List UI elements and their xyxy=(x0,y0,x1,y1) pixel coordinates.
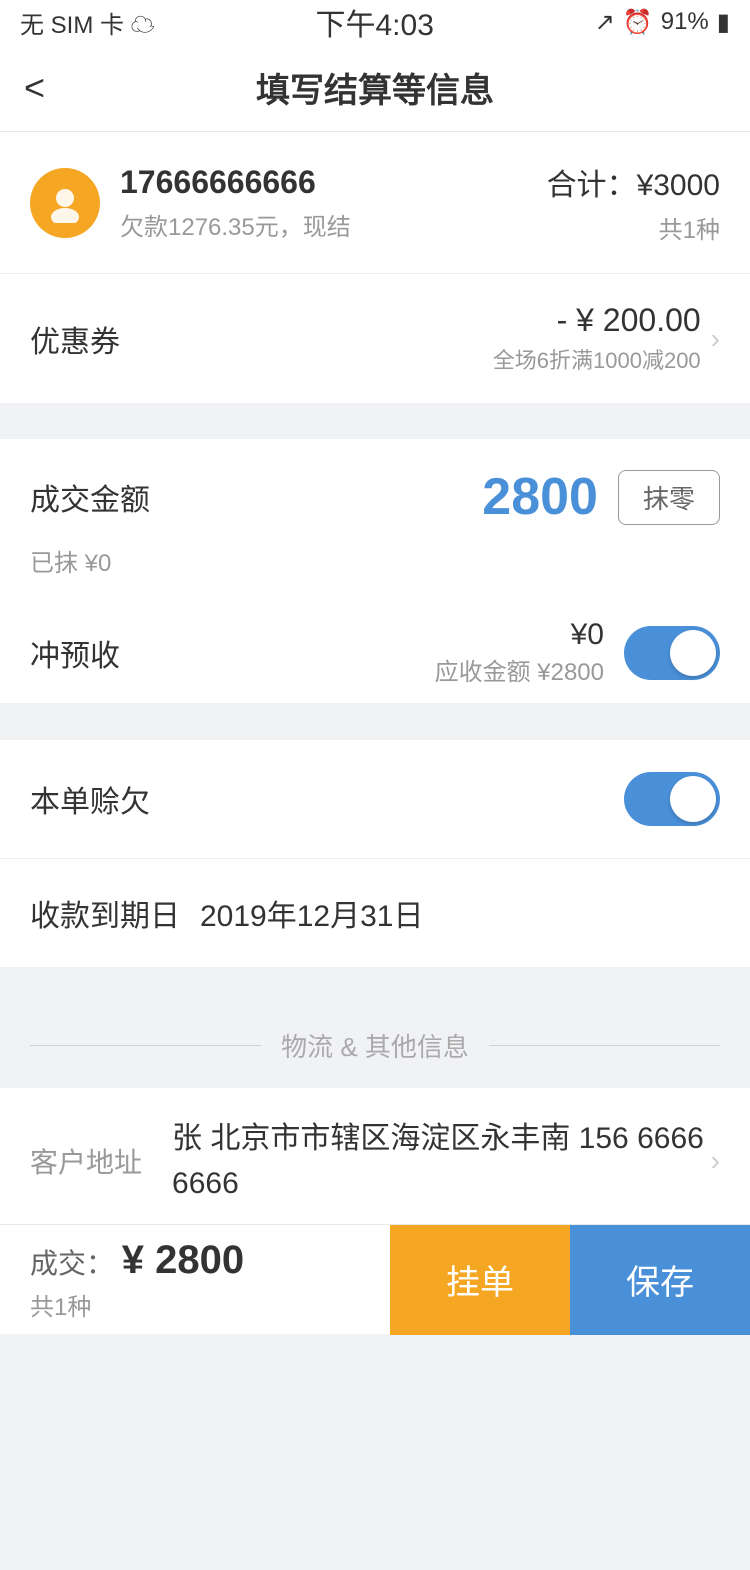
address-row[interactable]: 客户地址 张 北京市市辖区海淀区永丰南 156 6666 6666 › xyxy=(0,1088,750,1234)
battery-text: 91% xyxy=(661,8,709,36)
alarm-icon: ⏰ xyxy=(623,8,653,37)
logistics-divider-text: 物流 & 其他信息 xyxy=(261,1027,489,1064)
date-label: 收款到期日 xyxy=(30,891,180,935)
section-gap-1 xyxy=(0,419,750,439)
advance-amount: ¥0 应收金额 ¥2800 xyxy=(435,618,604,687)
section-gap-2 xyxy=(0,719,750,739)
deal-amount-value: 2800 xyxy=(482,467,598,527)
advance-toggle[interactable] xyxy=(624,626,720,680)
bottom-deal-row: 成交： ¥ 2800 xyxy=(30,1238,390,1283)
page-title: 填写结算等信息 xyxy=(256,63,494,112)
coupon-row[interactable]: 优惠券 - ¥ 200.00 全场6折满1000减200 › xyxy=(0,274,750,403)
divider-line-right xyxy=(489,1045,720,1046)
user-debt: 欠款1276.35元，现结 xyxy=(120,207,547,242)
user-info: 17666666666 欠款1276.35元，现结 xyxy=(120,164,547,242)
bottom-deal-label: 成交： xyxy=(30,1248,114,1279)
address-card[interactable]: 客户地址 张 北京市市辖区海淀区永丰南 156 6666 6666 › xyxy=(0,1088,750,1234)
coupon-chevron-icon: › xyxy=(711,323,720,355)
debt-label: 本单赊欠 xyxy=(30,777,150,821)
debt-row: 本单赊欠 xyxy=(0,739,750,858)
advance-row: 冲预收 ¥0 应收金额 ¥2800 xyxy=(0,598,750,703)
advance-sub-text: 应收金额 ¥2800 xyxy=(435,652,604,687)
back-button[interactable]: < xyxy=(24,67,45,109)
debt-toggle-knob xyxy=(670,776,716,822)
bottom-info: 成交： ¥ 2800 共1种 xyxy=(0,1238,390,1322)
location-icon: ↗ xyxy=(595,8,615,37)
total-count: 共1种 xyxy=(547,210,720,245)
debt-toggle[interactable] xyxy=(624,772,720,826)
section-gap-3 xyxy=(0,983,750,1003)
address-value: 张 北京市市辖区海淀区永丰南 156 6666 6666 xyxy=(172,1116,711,1206)
bottom-count: 共1种 xyxy=(30,1287,390,1322)
user-phone: 17666666666 xyxy=(120,164,547,201)
round-button[interactable]: 抹零 xyxy=(618,470,720,525)
deal-sub-text: 已抹 ¥0 xyxy=(0,543,750,598)
coupon-label: 优惠券 xyxy=(30,317,120,361)
user-total: 合计：¥3000 共1种 xyxy=(547,160,720,245)
save-button[interactable]: 保存 xyxy=(570,1225,750,1335)
coupon-discount: - ¥ 200.00 xyxy=(493,302,701,339)
deal-amount-card: 成交金额 2800 抹零 已抹 ¥0 冲预收 ¥0 应收金额 ¥2800 xyxy=(0,439,750,703)
avatar xyxy=(30,168,100,238)
total-label: 合计： xyxy=(547,169,637,202)
hold-button[interactable]: 挂单 xyxy=(390,1225,570,1335)
total-value: ¥3000 xyxy=(637,169,720,202)
status-left: 无 SIM 卡 ☁ xyxy=(20,5,155,40)
address-chevron-icon: › xyxy=(711,1145,720,1177)
date-row: 收款到期日 2019年12月31日 xyxy=(0,858,750,967)
address-label: 客户地址 xyxy=(30,1141,142,1181)
status-bar: 无 SIM 卡 ☁ 下午4:03 ↗ ⏰ 91% ▮ xyxy=(0,0,750,44)
advance-toggle-knob xyxy=(670,630,716,676)
sim-text: 无 SIM 卡 ☁ xyxy=(20,5,155,40)
date-value: 2019年12月31日 xyxy=(200,891,423,935)
user-row: 17666666666 欠款1276.35元，现结 合计：¥3000 共1种 xyxy=(0,132,750,274)
status-right: ↗ ⏰ 91% ▮ xyxy=(595,8,730,37)
bottom-amount: ¥ 2800 xyxy=(122,1238,244,1282)
total-amount: 合计：¥3000 xyxy=(547,160,720,204)
battery-icon: ▮ xyxy=(717,8,730,37)
advance-amount-value: ¥0 xyxy=(435,618,604,652)
user-info-card: 17666666666 欠款1276.35元，现结 合计：¥3000 共1种 优… xyxy=(0,132,750,403)
advance-right: ¥0 应收金额 ¥2800 xyxy=(435,618,720,687)
status-time: 下午4:03 xyxy=(316,0,434,44)
deal-amount-row: 成交金额 2800 抹零 xyxy=(0,439,750,543)
logistics-divider: 物流 & 其他信息 xyxy=(0,1003,750,1088)
content-area: 17666666666 欠款1276.35元，现结 合计：¥3000 共1种 优… xyxy=(0,132,750,1570)
advance-label: 冲预收 xyxy=(30,631,120,675)
coupon-desc: 全场6折满1000减200 xyxy=(493,343,701,375)
nav-bar: < 填写结算等信息 xyxy=(0,44,750,132)
divider-line-left xyxy=(30,1045,261,1046)
deal-amount-right: 2800 抹零 xyxy=(482,467,720,527)
deal-amount-label: 成交金额 xyxy=(30,475,150,519)
bottom-bar: 成交： ¥ 2800 共1种 挂单 保存 xyxy=(0,1224,750,1334)
debt-card: 本单赊欠 收款到期日 2019年12月31日 xyxy=(0,739,750,967)
